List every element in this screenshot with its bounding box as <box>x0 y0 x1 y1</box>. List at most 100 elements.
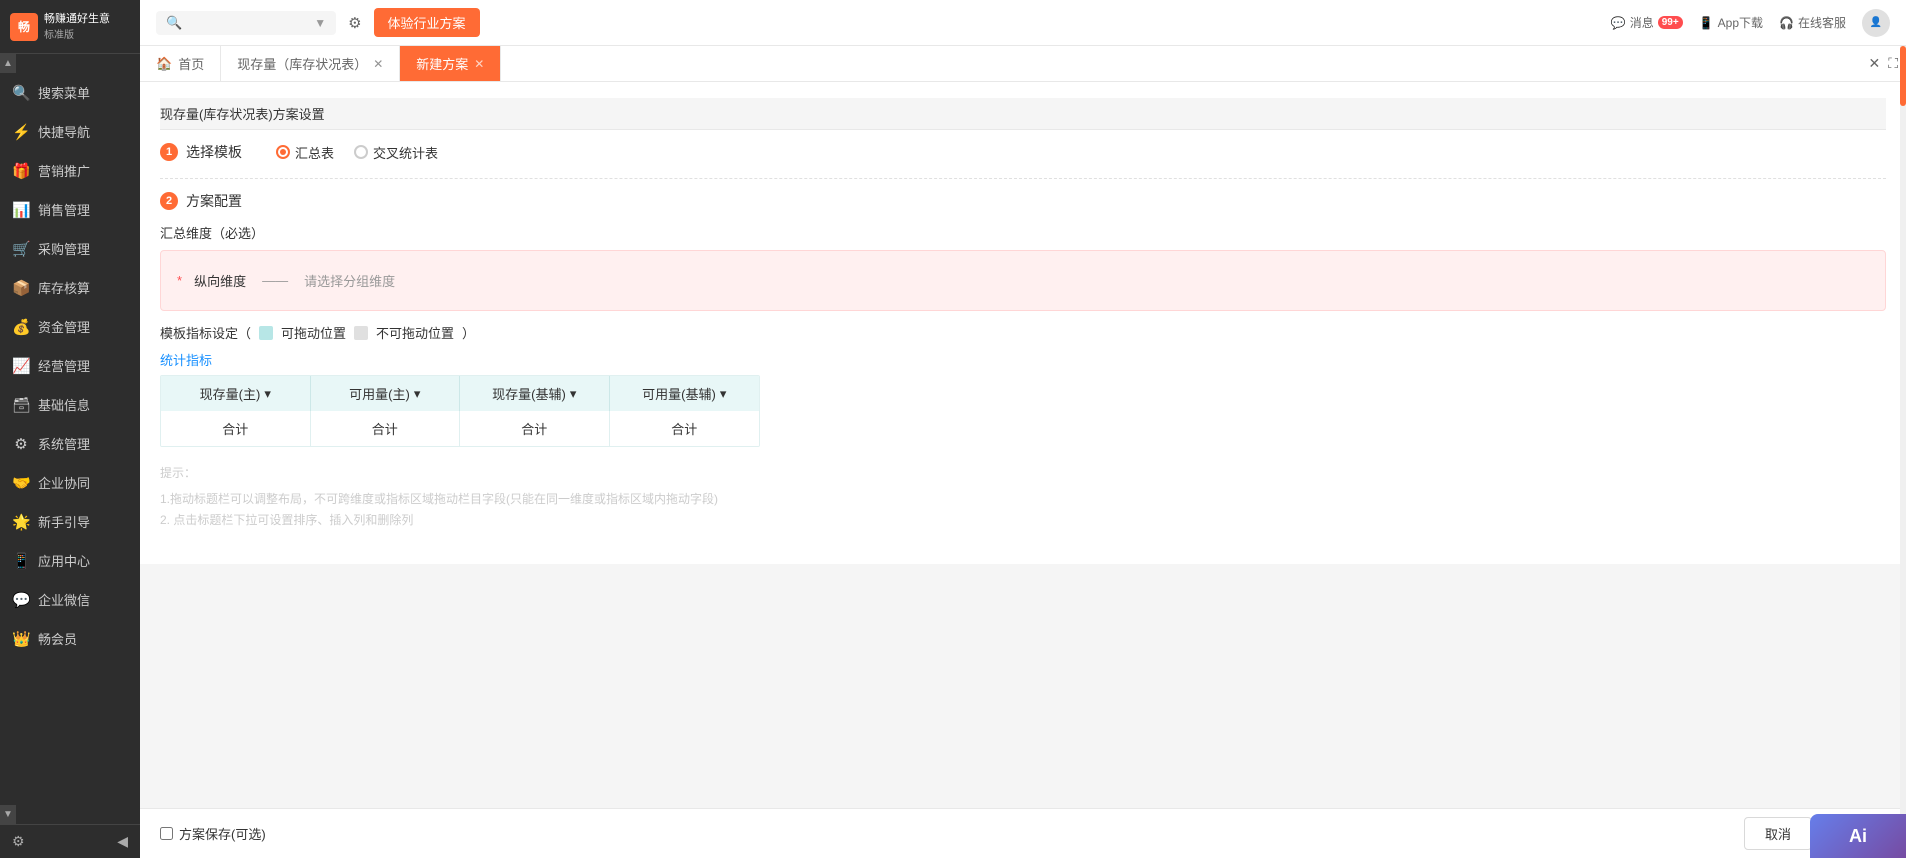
sidebar-item-newguide[interactable]: 🌟 新手引导 <box>0 502 140 541</box>
sidebar-item-sales[interactable]: 📊 销售管理 <box>0 190 140 229</box>
sidebar-item-label: 企业协同 <box>38 473 90 492</box>
collapse-icon[interactable]: ◀ <box>117 833 128 850</box>
sidebar-bottom-bar: ⚙ ◀ <box>0 824 140 858</box>
topbar-gear-icon[interactable]: ⚙ <box>348 14 361 32</box>
user-avatar[interactable]: 👤 <box>1862 9 1890 37</box>
tab-home-label: 首页 <box>178 54 204 73</box>
sidebar-item-collab[interactable]: 🤝 企业协同 <box>0 463 140 502</box>
sidebar-item-label: 基础信息 <box>38 395 90 414</box>
stats-data-4: 合计 <box>610 411 760 446</box>
headset-icon: 🎧 <box>1779 16 1794 30</box>
sidebar-item-label: 销售管理 <box>38 200 90 219</box>
tab-new-plan-label: 新建方案 <box>416 54 468 73</box>
tips-section: 提示： 1.拖动标题栏可以调整布局，不可跨维度或指标区域拖动栏目字段(只能在同一… <box>160 463 1886 532</box>
sidebar-item-wechat[interactable]: 💬 企业微信 <box>0 580 140 619</box>
radio-summary-label: 汇总表 <box>295 143 334 162</box>
ai-fab-button[interactable]: Ai <box>1810 814 1906 858</box>
mobile-icon: 📱 <box>12 552 30 570</box>
sidebar-item-label: 应用中心 <box>38 551 90 570</box>
radio-summary-circle <box>276 145 290 159</box>
topbar-search-box[interactable]: 🔍 ▼ <box>156 11 336 35</box>
sidebar-item-search[interactable]: 🔍 搜索菜单 <box>0 73 140 112</box>
stats-col-3[interactable]: 现存量(基辅) ▾ <box>460 376 610 411</box>
tab-close-all-icon[interactable]: ✕ <box>1868 55 1880 72</box>
indicator-label-row: 模板指标设定（ 可拖动位置 不可拖动位置 ） <box>160 323 1886 342</box>
indicator-prefix: 模板指标设定（ <box>160 323 251 342</box>
content-area: 现存量(库存状况表)方案设置 1 选择模板 汇总表 交叉统计表 <box>140 82 1906 808</box>
topbar-search-input[interactable] <box>188 16 308 30</box>
right-scrollbar[interactable] <box>1900 46 1906 814</box>
tab-inventory[interactable]: 现存量（库存状况表） ✕ <box>221 46 400 81</box>
topbar-chevron-icon[interactable]: ▼ <box>314 16 326 30</box>
arrow-down-icon: ▼ <box>3 809 13 820</box>
sidebar-logo: 畅 畅赚通好生意 标准版 <box>0 0 140 54</box>
star-icon: 🌟 <box>12 513 30 531</box>
stats-col-4-dropdown-icon: ▾ <box>720 386 727 402</box>
dimension-placeholder[interactable]: 请选择分组维度 <box>304 271 395 290</box>
tips-label: 提示： <box>160 463 1886 485</box>
stats-col-1[interactable]: 现存量(主) ▾ <box>161 376 311 411</box>
sidebar-scroll-up[interactable]: ▲ <box>0 54 16 73</box>
sidebar-item-management[interactable]: 📈 经营管理 <box>0 346 140 385</box>
tab-home[interactable]: 🏠 首页 <box>140 46 221 81</box>
tab-new-plan[interactable]: 新建方案 ✕ <box>400 46 501 81</box>
required-mark: * <box>177 273 182 288</box>
save-plan-input[interactable] <box>160 827 173 840</box>
tab-inventory-close-icon[interactable]: ✕ <box>373 57 383 71</box>
sidebar-item-inventory[interactable]: 📦 库存核算 <box>0 268 140 307</box>
step1-section: 1 选择模板 汇总表 交叉统计表 <box>160 142 1886 162</box>
radio-summary-table[interactable]: 汇总表 <box>276 143 334 162</box>
topbar-online-service[interactable]: 🎧 在线客服 <box>1779 14 1846 31</box>
stats-col-1-label: 现存量(主) <box>200 384 261 403</box>
tab-new-plan-close-icon[interactable]: ✕ <box>474 57 484 71</box>
step2-title: 方案配置 <box>186 191 242 211</box>
sidebar-item-appcenter[interactable]: 📱 应用中心 <box>0 541 140 580</box>
settings-bottom-icon[interactable]: ⚙ <box>12 833 25 850</box>
gift-icon: 🎁 <box>12 162 30 180</box>
stats-data-2: 合计 <box>311 411 461 446</box>
database-icon: 🗃 <box>12 396 30 414</box>
stats-data-row: 合计 合计 合计 合计 <box>161 411 759 446</box>
sidebar-nav: 🔍 搜索菜单 ⚡ 快捷导航 🎁 营销推广 📊 销售管理 🛒 采购管理 📦 库存核… <box>0 73 140 805</box>
stats-data-3: 合计 <box>460 411 610 446</box>
sidebar-item-quicknav[interactable]: ⚡ 快捷导航 <box>0 112 140 151</box>
app-name: 畅赚通好生意 <box>44 12 110 26</box>
sidebar-item-label: 系统管理 <box>38 434 90 453</box>
tip-2: 2. 点击标题栏下拉可设置排序、插入列和删除列 <box>160 510 1886 532</box>
stats-col-4[interactable]: 可用量(基辅) ▾ <box>610 376 760 411</box>
sidebar-item-label: 库存核算 <box>38 278 90 297</box>
dimension-label: 汇总维度（必选） <box>160 223 1886 242</box>
save-plan-checkbox[interactable]: 方案保存(可选) <box>160 824 266 843</box>
stats-col-3-label: 现存量(基辅) <box>492 384 566 403</box>
cancel-button[interactable]: 取消 <box>1744 817 1812 850</box>
radio-cross-table[interactable]: 交叉统计表 <box>354 143 438 162</box>
crown-icon: 👑 <box>12 630 30 648</box>
sidebar-item-purchase[interactable]: 🛒 采购管理 <box>0 229 140 268</box>
step2-header: 2 方案配置 <box>160 191 1886 211</box>
sidebar-item-finance[interactable]: 💰 资金管理 <box>0 307 140 346</box>
right-scrollbar-thumb <box>1900 46 1906 106</box>
sidebar-item-marketing[interactable]: 🎁 营销推广 <box>0 151 140 190</box>
sidebar-item-system[interactable]: ⚙ 系统管理 <box>0 424 140 463</box>
tab-expand-icon[interactable]: ⛶ <box>1888 55 1898 72</box>
stats-col-2[interactable]: 可用量(主) ▾ <box>311 376 461 411</box>
sidebar-item-basic-info[interactable]: 🗃 基础信息 <box>0 385 140 424</box>
stats-col-3-dropdown-icon: ▾ <box>570 386 577 402</box>
app-download-label: App下载 <box>1718 14 1763 31</box>
sidebar-item-member[interactable]: 👑 畅会员 <box>0 619 140 658</box>
stats-header-row: 现存量(主) ▾ 可用量(主) ▾ 现存量(基辅) ▾ <box>161 376 759 411</box>
sidebar-item-label: 新手引导 <box>38 512 90 531</box>
sidebar-item-label: 畅会员 <box>38 629 77 648</box>
topbar-app-download[interactable]: 📱 App下载 <box>1699 14 1763 31</box>
industry-plan-button[interactable]: 体验行业方案 <box>374 8 480 37</box>
footer-bar: 方案保存(可选) 取消 查询 <box>140 808 1906 858</box>
money-icon: 💰 <box>12 318 30 336</box>
sidebar-item-label: 经营管理 <box>38 356 90 375</box>
step2-section: 2 方案配置 汇总维度（必选） * 纵向维度 —— 请选择分组维度 模板指标设定… <box>160 191 1886 532</box>
step1-num: 1 <box>160 143 178 161</box>
sidebar-scroll-down[interactable]: ▼ <box>0 805 16 824</box>
topbar-search-icon: 🔍 <box>166 15 182 31</box>
stats-col-1-dropdown-icon: ▾ <box>264 386 271 402</box>
topbar-messages[interactable]: 💬 消息 99+ <box>1611 14 1683 31</box>
form-container: 现存量(库存状况表)方案设置 1 选择模板 汇总表 交叉统计表 <box>140 82 1906 564</box>
